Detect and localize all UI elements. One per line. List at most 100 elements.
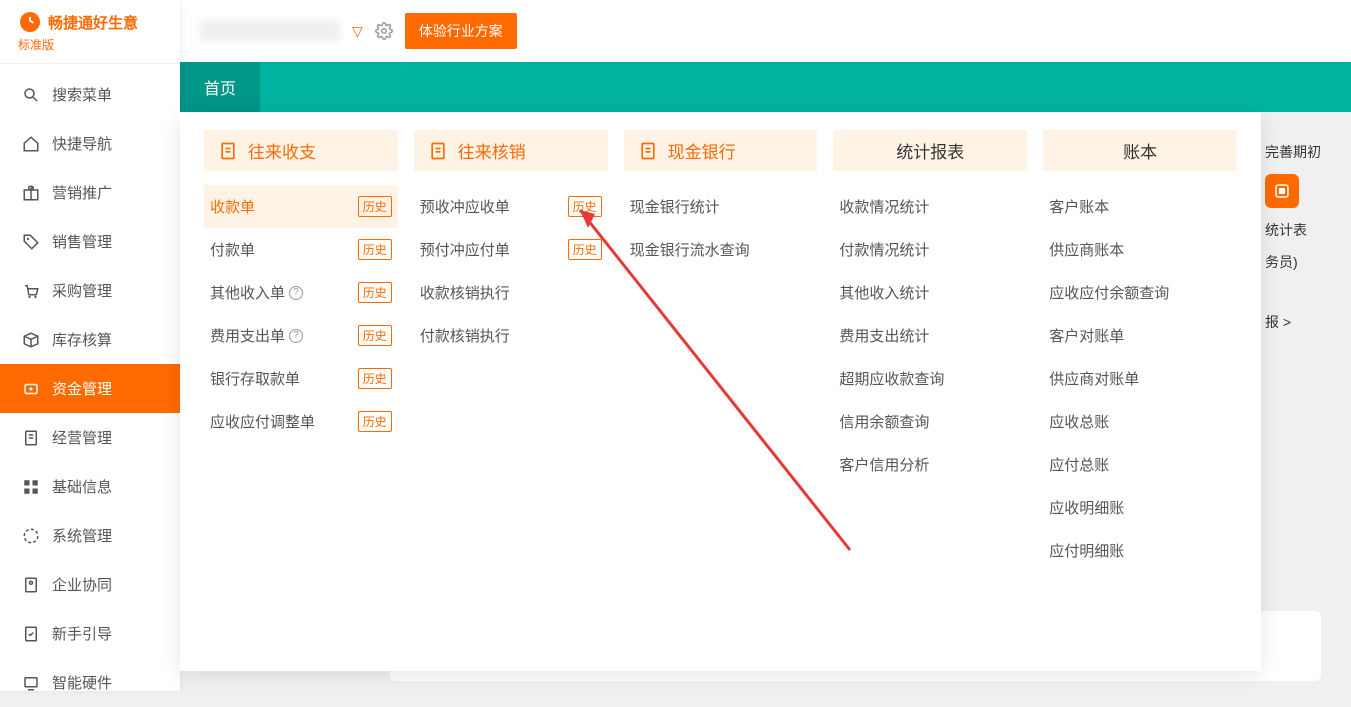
help-icon[interactable]: ? (289, 286, 303, 300)
mega-menu-item[interactable]: 应收明细账 (1043, 486, 1237, 529)
mega-menu-item[interactable]: 客户对账单 (1043, 314, 1237, 357)
mega-menu-item[interactable]: 超期应收款查询 (833, 357, 1027, 400)
mega-item-label: 客户信用分析 (839, 454, 929, 475)
mega-menu-item[interactable]: 客户信用分析 (833, 443, 1027, 486)
search-icon (22, 86, 40, 104)
nav-label: 智能硬件 (52, 672, 112, 693)
mega-item-label: 收款核销执行 (420, 282, 510, 303)
mega-column: 往来收支收款单历史付款单历史其他收入单?历史费用支出单?历史银行存取款单历史应收… (204, 130, 398, 653)
nav-item-cart[interactable]: 采购管理 (0, 266, 180, 315)
experience-plan-button[interactable]: 体验行业方案 (405, 13, 517, 49)
mega-menu-item[interactable]: 应收总账 (1043, 400, 1237, 443)
nav-item-team[interactable]: 企业协同 (0, 560, 180, 609)
nav-item-gift[interactable]: 营销推广 (0, 168, 180, 217)
mega-menu-item[interactable]: 银行存取款单 历史 (204, 357, 398, 400)
mega-item-label: 应收应付调整单 (210, 411, 315, 432)
mega-menu-item[interactable]: 收款情况统计 (833, 185, 1027, 228)
doc-icon (638, 141, 658, 161)
cart-icon (22, 282, 40, 300)
mega-item-label: 超期应收款查询 (839, 368, 944, 389)
right-strip-text[interactable]: 报 > (1265, 312, 1347, 332)
doc-icon (218, 141, 238, 161)
mega-menu-item[interactable]: 现金银行流水查询 (624, 228, 818, 271)
right-strip-text: 完善期初 (1265, 142, 1347, 162)
mega-menu-item[interactable]: 费用支出统计 (833, 314, 1027, 357)
mega-item-label: 应付总账 (1049, 454, 1109, 475)
mega-item-label: 应收总账 (1049, 411, 1109, 432)
home-icon (22, 135, 40, 153)
mega-menu-item[interactable]: 收款核销执行 (414, 271, 608, 314)
mega-menu-item[interactable]: 应收应付调整单 历史 (204, 400, 398, 443)
nav-item-tag[interactable]: 销售管理 (0, 217, 180, 266)
mega-menu-item[interactable]: 费用支出单?历史 (204, 314, 398, 357)
help-icon[interactable]: ? (289, 329, 303, 343)
mega-item-label: 其他收入统计 (839, 282, 929, 303)
history-badge[interactable]: 历史 (358, 325, 392, 346)
mega-column-header: 往来收支 (204, 130, 398, 171)
mega-menu-item[interactable]: 其他收入统计 (833, 271, 1027, 314)
nav-list: 搜索菜单快捷导航营销推广销售管理采购管理库存核算资金管理经营管理基础信息系统管理… (0, 64, 180, 707)
gear-icon[interactable] (375, 22, 393, 40)
mega-menu-item[interactable]: 付款单历史 (204, 228, 398, 271)
tabs-bar: 首页 (180, 62, 1351, 112)
mega-item-label: 预收冲应收单 (420, 196, 510, 217)
mega-menu-item[interactable]: 预收冲应收单 历史 (414, 185, 608, 228)
mega-menu-item[interactable]: 收款单 历史 (204, 185, 398, 228)
mega-item-label: 供应商对账单 (1049, 368, 1139, 389)
right-strip-badge-icon[interactable] (1265, 174, 1299, 208)
nav-item-search[interactable]: 搜索菜单 (0, 70, 180, 119)
history-badge[interactable]: 历史 (568, 196, 602, 217)
right-strip-text: 务员) (1265, 252, 1347, 272)
mega-menu-item[interactable]: 应付总账 (1043, 443, 1237, 486)
nav-item-hw[interactable]: 智能硬件 (0, 658, 180, 707)
mega-column: 现金银行现金银行统计现金银行流水查询 (624, 130, 818, 653)
mega-menu-item[interactable]: 现金银行统计 (624, 185, 818, 228)
mega-menu-item[interactable]: 客户账本 (1043, 185, 1237, 228)
mega-menu-item[interactable]: 应付明细账 (1043, 529, 1237, 572)
mega-menu-item[interactable]: 供应商账本 (1043, 228, 1237, 271)
history-badge[interactable]: 历史 (358, 282, 392, 303)
history-badge[interactable]: 历史 (568, 239, 602, 260)
tab-home[interactable]: 首页 (180, 62, 260, 112)
mega-item-label: 收款情况统计 (839, 196, 929, 217)
brand-logo-icon (18, 10, 42, 34)
mega-item-label: 银行存取款单 (210, 368, 300, 389)
logo-area: 畅捷通好生意 标准版 (0, 0, 180, 64)
team-icon (22, 576, 40, 594)
right-strip-text: 统计表 (1265, 220, 1347, 240)
history-badge[interactable]: 历史 (358, 196, 392, 217)
nav-label: 资金管理 (52, 378, 112, 399)
org-dropdown-caret[interactable]: ▽ (352, 23, 363, 40)
mega-column-header: 统计报表 (833, 130, 1027, 171)
mega-menu-item[interactable]: 供应商对账单 (1043, 357, 1237, 400)
nav-label: 企业协同 (52, 574, 112, 595)
nav-label: 经营管理 (52, 427, 112, 448)
mega-menu-item[interactable]: 应收应付余额查询 (1043, 271, 1237, 314)
nav-item-doc[interactable]: 经营管理 (0, 413, 180, 462)
mega-menu-item[interactable]: 预付冲应付单历史 (414, 228, 608, 271)
topbar: ▽ 体验行业方案 (180, 0, 1351, 62)
brand-edition: 标准版 (18, 36, 162, 53)
nav-item-guide[interactable]: 新手引导 (0, 609, 180, 658)
mega-item-label: 付款核销执行 (420, 325, 510, 346)
mega-item-label: 收款单 (210, 196, 255, 217)
history-badge[interactable]: 历史 (358, 368, 392, 389)
mega-menu-item[interactable]: 其他收入单?历史 (204, 271, 398, 314)
guide-icon (22, 625, 40, 643)
nav-label: 新手引导 (52, 623, 112, 644)
nav-item-box[interactable]: 库存核算 (0, 315, 180, 364)
doc-icon (22, 429, 40, 447)
sys-icon (22, 527, 40, 545)
nav-item-home[interactable]: 快捷导航 (0, 119, 180, 168)
mega-column-header: 账本 (1043, 130, 1237, 171)
nav-label: 库存核算 (52, 329, 112, 350)
mega-menu-item[interactable]: 信用余额查询 (833, 400, 1027, 443)
nav-item-sys[interactable]: 系统管理 (0, 511, 180, 560)
mega-menu-item[interactable]: 付款情况统计 (833, 228, 1027, 271)
mega-menu-item[interactable]: 付款核销执行 (414, 314, 608, 357)
nav-item-grid[interactable]: 基础信息 (0, 462, 180, 511)
history-badge[interactable]: 历史 (358, 239, 392, 260)
history-badge[interactable]: 历史 (358, 411, 392, 432)
org-name-redacted (200, 21, 340, 41)
nav-item-money[interactable]: 资金管理 (0, 364, 180, 413)
